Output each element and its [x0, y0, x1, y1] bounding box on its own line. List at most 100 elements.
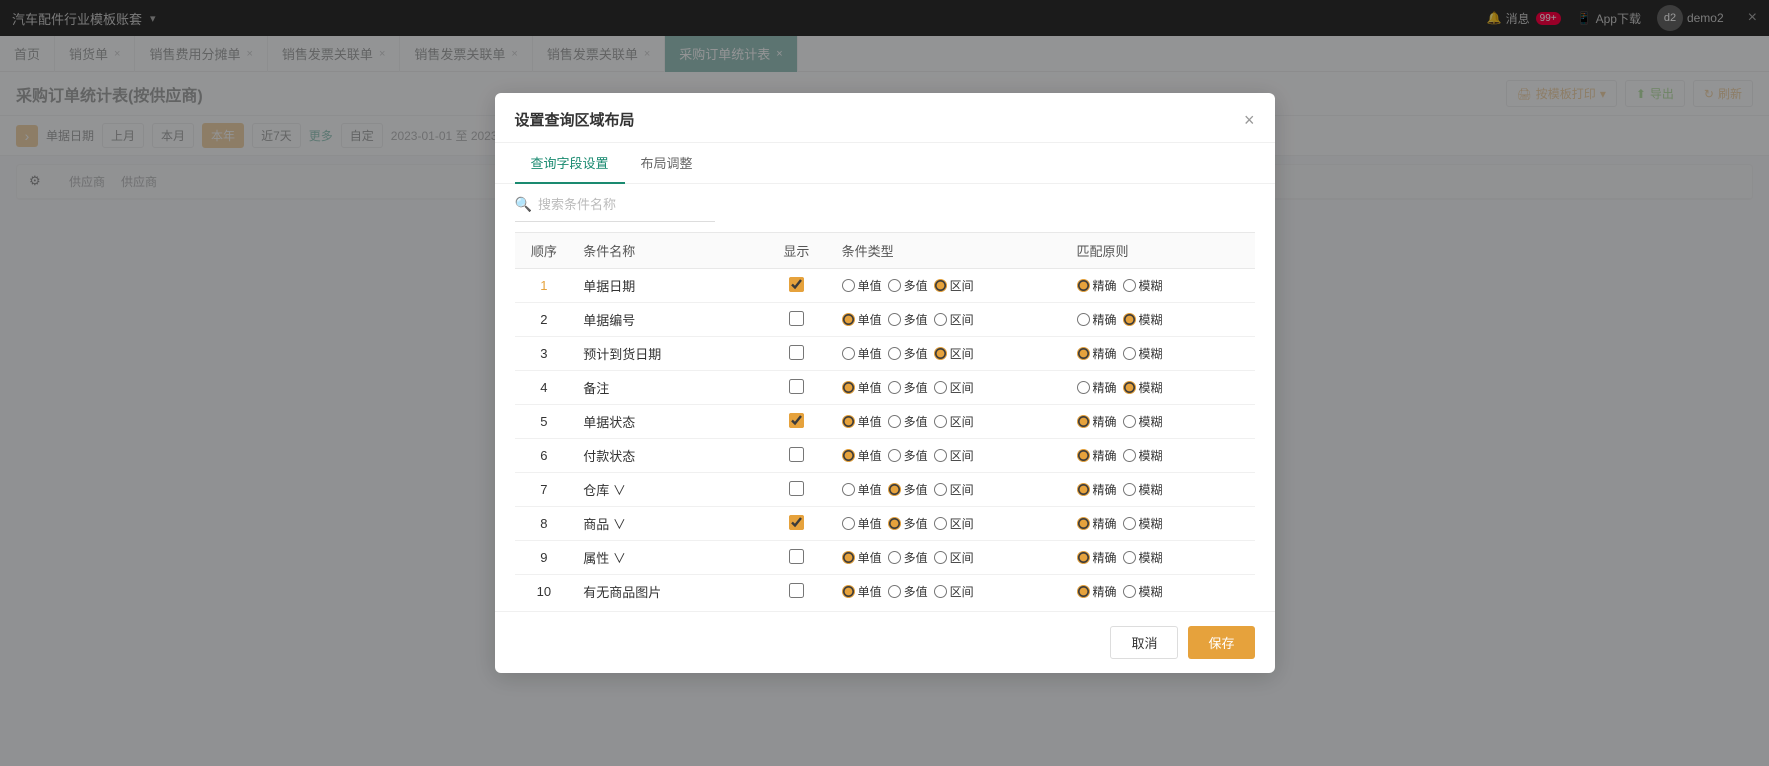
type-option-区间[interactable]: 区间 — [934, 481, 974, 498]
match-option-模糊[interactable]: 模糊 — [1123, 447, 1163, 464]
type-radio-多值[interactable] — [888, 449, 901, 462]
show-checkbox[interactable] — [789, 549, 804, 564]
match-radio-模糊[interactable] — [1123, 483, 1136, 496]
type-radio-区间[interactable] — [934, 381, 947, 394]
type-option-多值[interactable]: 多值 — [888, 549, 928, 566]
type-option-区间[interactable]: 区间 — [934, 583, 974, 599]
match-option-精确[interactable]: 精确 — [1077, 277, 1117, 294]
type-option-区间[interactable]: 区间 — [934, 311, 974, 328]
match-radio-模糊[interactable] — [1123, 551, 1136, 564]
type-option-多值[interactable]: 多值 — [888, 515, 928, 532]
type-radio-区间[interactable] — [934, 347, 947, 360]
show-checkbox[interactable] — [789, 515, 804, 530]
match-option-精确[interactable]: 精确 — [1077, 413, 1117, 430]
show-checkbox[interactable] — [789, 277, 804, 292]
type-radio-单值[interactable] — [842, 313, 855, 326]
type-radio-区间[interactable] — [934, 449, 947, 462]
type-option-单值[interactable]: 单值 — [842, 413, 882, 430]
type-option-区间[interactable]: 区间 — [934, 549, 974, 566]
show-checkbox[interactable] — [789, 345, 804, 360]
type-radio-区间[interactable] — [934, 551, 947, 564]
modal-tab-layout[interactable]: 布局调整 — [625, 143, 709, 184]
match-option-模糊[interactable]: 模糊 — [1123, 379, 1163, 396]
type-option-区间[interactable]: 区间 — [934, 345, 974, 362]
match-radio-模糊[interactable] — [1123, 279, 1136, 292]
type-radio-区间[interactable] — [934, 279, 947, 292]
type-option-多值[interactable]: 多值 — [888, 277, 928, 294]
match-option-精确[interactable]: 精确 — [1077, 481, 1117, 498]
type-radio-区间[interactable] — [934, 517, 947, 530]
match-option-模糊[interactable]: 模糊 — [1123, 583, 1163, 599]
match-radio-模糊[interactable] — [1123, 517, 1136, 530]
match-radio-精确[interactable] — [1077, 449, 1090, 462]
type-radio-多值[interactable] — [888, 517, 901, 530]
modal-tab-query-fields[interactable]: 查询字段设置 — [515, 143, 625, 184]
type-radio-多值[interactable] — [888, 313, 901, 326]
show-checkbox[interactable] — [789, 379, 804, 394]
match-radio-模糊[interactable] — [1123, 313, 1136, 326]
match-option-模糊[interactable]: 模糊 — [1123, 345, 1163, 362]
modal-close-btn[interactable]: × — [1244, 111, 1255, 129]
match-radio-精确[interactable] — [1077, 585, 1090, 598]
match-radio-精确[interactable] — [1077, 517, 1090, 530]
type-option-单值[interactable]: 单值 — [842, 515, 882, 532]
type-radio-单值[interactable] — [842, 585, 855, 598]
match-option-模糊[interactable]: 模糊 — [1123, 277, 1163, 294]
match-radio-模糊[interactable] — [1123, 347, 1136, 360]
type-option-多值[interactable]: 多值 — [888, 311, 928, 328]
type-option-区间[interactable]: 区间 — [934, 413, 974, 430]
type-option-多值[interactable]: 多值 — [888, 345, 928, 362]
type-radio-多值[interactable] — [888, 347, 901, 360]
match-radio-精确[interactable] — [1077, 313, 1090, 326]
match-radio-精确[interactable] — [1077, 347, 1090, 360]
type-option-单值[interactable]: 单值 — [842, 549, 882, 566]
type-radio-多值[interactable] — [888, 551, 901, 564]
match-radio-精确[interactable] — [1077, 551, 1090, 564]
type-option-单值[interactable]: 单值 — [842, 311, 882, 328]
type-option-多值[interactable]: 多值 — [888, 481, 928, 498]
type-option-区间[interactable]: 区间 — [934, 379, 974, 396]
type-option-单值[interactable]: 单值 — [842, 345, 882, 362]
match-radio-精确[interactable] — [1077, 381, 1090, 394]
save-btn[interactable]: 保存 — [1188, 626, 1254, 659]
type-radio-多值[interactable] — [888, 381, 901, 394]
type-radio-单值[interactable] — [842, 551, 855, 564]
type-option-区间[interactable]: 区间 — [934, 447, 974, 464]
match-option-精确[interactable]: 精确 — [1077, 515, 1117, 532]
match-option-精确[interactable]: 精确 — [1077, 345, 1117, 362]
show-checkbox[interactable] — [789, 583, 804, 598]
search-input[interactable] — [538, 197, 715, 212]
show-checkbox[interactable] — [789, 447, 804, 462]
type-option-区间[interactable]: 区间 — [934, 277, 974, 294]
match-option-精确[interactable]: 精确 — [1077, 379, 1117, 396]
type-option-多值[interactable]: 多值 — [888, 447, 928, 464]
type-radio-区间[interactable] — [934, 415, 947, 428]
show-checkbox[interactable] — [789, 481, 804, 496]
type-radio-区间[interactable] — [934, 313, 947, 326]
type-radio-单值[interactable] — [842, 279, 855, 292]
match-option-模糊[interactable]: 模糊 — [1123, 515, 1163, 532]
match-radio-模糊[interactable] — [1123, 449, 1136, 462]
type-radio-单值[interactable] — [842, 347, 855, 360]
match-radio-精确[interactable] — [1077, 483, 1090, 496]
type-radio-多值[interactable] — [888, 585, 901, 598]
type-radio-多值[interactable] — [888, 483, 901, 496]
match-option-模糊[interactable]: 模糊 — [1123, 481, 1163, 498]
type-option-多值[interactable]: 多值 — [888, 413, 928, 430]
match-option-模糊[interactable]: 模糊 — [1123, 413, 1163, 430]
type-radio-区间[interactable] — [934, 585, 947, 598]
type-option-多值[interactable]: 多值 — [888, 379, 928, 396]
type-option-单值[interactable]: 单值 — [842, 583, 882, 599]
type-radio-单值[interactable] — [842, 483, 855, 496]
type-radio-多值[interactable] — [888, 415, 901, 428]
type-radio-单值[interactable] — [842, 517, 855, 530]
type-option-区间[interactable]: 区间 — [934, 515, 974, 532]
match-option-模糊[interactable]: 模糊 — [1123, 311, 1163, 328]
type-radio-多值[interactable] — [888, 279, 901, 292]
match-radio-模糊[interactable] — [1123, 381, 1136, 394]
match-option-精确[interactable]: 精确 — [1077, 549, 1117, 566]
type-radio-区间[interactable] — [934, 483, 947, 496]
type-option-单值[interactable]: 单值 — [842, 447, 882, 464]
match-radio-精确[interactable] — [1077, 415, 1090, 428]
type-radio-单值[interactable] — [842, 449, 855, 462]
